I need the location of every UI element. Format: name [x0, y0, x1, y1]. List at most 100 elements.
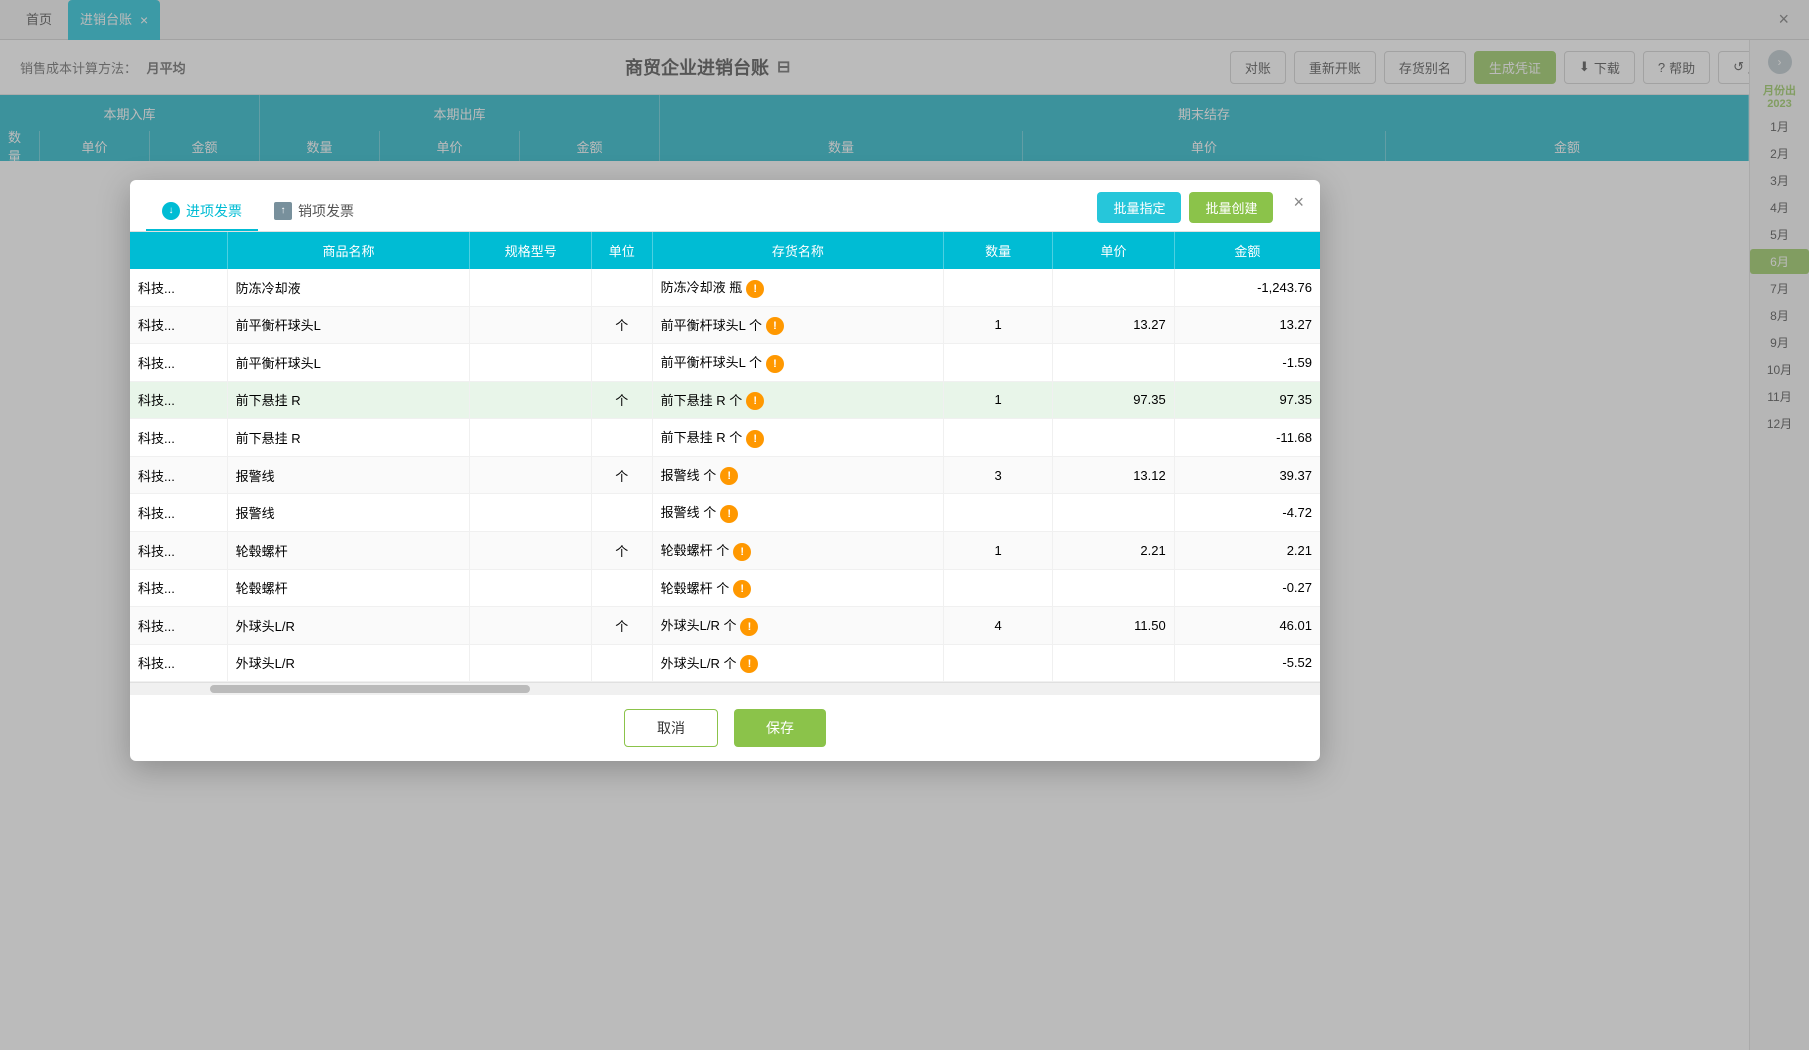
modal-body[interactable]: 商品名称 规格型号 单位 存货名称 数量 单价 金额 科技...防冻冷却液防冻冷…	[130, 232, 1320, 682]
cell-8-2	[470, 569, 591, 607]
cell-4-6	[1053, 419, 1174, 457]
table-row[interactable]: 科技...外球头L/R 个外球头L/R 个!411.5046.01	[130, 607, 1320, 645]
tab-outgoing[interactable]: ↑ 销项发票	[258, 193, 370, 231]
cell-0-0: 科技...	[130, 269, 227, 306]
batch-create-button[interactable]: 批量创建	[1189, 192, 1273, 223]
col-header-spec: 规格型号	[470, 232, 591, 269]
cell-3-4: 前下悬挂 R 个!	[652, 381, 943, 419]
cell-7-3: 个	[591, 531, 652, 569]
table-row[interactable]: 科技...轮毂螺杆轮毂螺杆 个!-0.27	[130, 569, 1320, 607]
save-button[interactable]: 保存	[734, 709, 826, 747]
cell-10-3	[591, 644, 652, 682]
warning-icon: !	[746, 430, 764, 448]
horizontal-scrollbar[interactable]	[130, 682, 1320, 694]
cell-5-4: 报警线 个!	[652, 456, 943, 494]
cancel-button[interactable]: 取消	[624, 709, 718, 747]
table-header: 商品名称 规格型号 单位 存货名称 数量 单价 金额	[130, 232, 1320, 269]
table-row[interactable]: 科技...前平衡杆球头L个前平衡杆球头L 个!113.2713.27	[130, 306, 1320, 344]
table-row[interactable]: 科技...前下悬挂 R个前下悬挂 R 个!197.3597.35	[130, 381, 1320, 419]
warning-icon: !	[720, 467, 738, 485]
cell-2-3	[591, 344, 652, 382]
outgoing-tab-label: 销项发票	[298, 201, 354, 221]
cell-6-7: -4.72	[1174, 494, 1320, 532]
incoming-tab-icon: ↓	[162, 202, 180, 220]
scrollbar-thumb[interactable]	[210, 685, 530, 693]
cell-2-6	[1053, 344, 1174, 382]
cell-2-2	[470, 344, 591, 382]
modal-header: ↓ 进项发票 ↑ 销项发票 批量指定 批量创建 ×	[130, 180, 1320, 232]
cell-9-1: 外球头L/R	[227, 607, 470, 645]
cell-1-6: 13.27	[1053, 306, 1174, 344]
cell-9-3: 个	[591, 607, 652, 645]
cell-10-6	[1053, 644, 1174, 682]
cell-5-7: 39.37	[1174, 456, 1320, 494]
cell-9-4: 外球头L/R 个!	[652, 607, 943, 645]
cell-9-5: 4	[944, 607, 1053, 645]
cell-8-4: 轮毂螺杆 个!	[652, 569, 943, 607]
table-row[interactable]: 科技...防冻冷却液防冻冷却液 瓶!-1,243.76	[130, 269, 1320, 306]
cell-4-4: 前下悬挂 R 个!	[652, 419, 943, 457]
tab-incoming[interactable]: ↓ 进项发票	[146, 193, 258, 231]
modal-footer: 取消 保存	[130, 694, 1320, 761]
cell-8-6	[1053, 569, 1174, 607]
col-header-price: 单价	[1053, 232, 1174, 269]
warning-icon: !	[720, 505, 738, 523]
cell-4-0: 科技...	[130, 419, 227, 457]
incoming-tab-label: 进项发票	[186, 201, 242, 221]
table-row[interactable]: 科技...报警线个报警线 个!313.1239.37	[130, 456, 1320, 494]
cell-6-6	[1053, 494, 1174, 532]
cell-2-4: 前平衡杆球头L 个!	[652, 344, 943, 382]
cell-4-5	[944, 419, 1053, 457]
col-header-stock-name: 存货名称	[652, 232, 943, 269]
table-row[interactable]: 科技...轮毂螺杆个轮毂螺杆 个!12.212.21	[130, 531, 1320, 569]
cell-9-6: 11.50	[1053, 607, 1174, 645]
cell-0-1: 防冻冷却液	[227, 269, 470, 306]
cell-4-3	[591, 419, 652, 457]
cell-2-1: 前平衡杆球头L	[227, 344, 470, 382]
cell-1-7: 13.27	[1174, 306, 1320, 344]
cell-0-5	[944, 269, 1053, 306]
cell-7-1: 轮毂螺杆	[227, 531, 470, 569]
cell-3-2	[470, 381, 591, 419]
table-body: 科技...防冻冷却液防冻冷却液 瓶!-1,243.76科技...前平衡杆球头L个…	[130, 269, 1320, 682]
table-row[interactable]: 科技...前下悬挂 R 前下悬挂 R 个! -11.68	[130, 419, 1320, 457]
warning-icon: !	[746, 392, 764, 410]
col-header-product-name: 商品名称	[227, 232, 470, 269]
cell-7-0: 科技...	[130, 531, 227, 569]
cell-8-7: -0.27	[1174, 569, 1320, 607]
cell-0-6	[1053, 269, 1174, 306]
cell-6-4: 报警线 个!	[652, 494, 943, 532]
cell-4-2	[470, 419, 591, 457]
cell-8-0: 科技...	[130, 569, 227, 607]
cell-5-2	[470, 456, 591, 494]
cell-7-5: 1	[944, 531, 1053, 569]
cell-0-3	[591, 269, 652, 306]
cell-6-3	[591, 494, 652, 532]
modal-close-icon[interactable]: ×	[1293, 192, 1304, 223]
batch-assign-button[interactable]: 批量指定	[1097, 192, 1181, 223]
table-row[interactable]: 科技...报警线报警线 个!-4.72	[130, 494, 1320, 532]
table-row[interactable]: 科技...外球头L/R外球头L/R 个!-5.52	[130, 644, 1320, 682]
cell-3-3: 个	[591, 381, 652, 419]
cell-5-6: 13.12	[1053, 456, 1174, 494]
col-header-amount: 金额	[1174, 232, 1320, 269]
cell-10-2	[470, 644, 591, 682]
cell-0-7: -1,243.76	[1174, 269, 1320, 306]
cell-4-7: -11.68	[1174, 419, 1320, 457]
cell-7-2	[470, 531, 591, 569]
cell-9-7: 46.01	[1174, 607, 1320, 645]
cell-3-0: 科技...	[130, 381, 227, 419]
cell-8-3	[591, 569, 652, 607]
cell-5-5: 3	[944, 456, 1053, 494]
modal-header-actions: 批量指定 批量创建 ×	[1097, 192, 1304, 231]
cell-4-1: 前下悬挂 R	[227, 419, 470, 457]
col-header-qty: 数量	[944, 232, 1053, 269]
warning-icon: !	[733, 580, 751, 598]
cell-9-0: 科技...	[130, 607, 227, 645]
cell-3-7: 97.35	[1174, 381, 1320, 419]
warning-icon: !	[740, 618, 758, 636]
table-row[interactable]: 科技...前平衡杆球头L前平衡杆球头L 个!-1.59	[130, 344, 1320, 382]
cell-0-2	[470, 269, 591, 306]
cell-2-5	[944, 344, 1053, 382]
modal-dialog: ↓ 进项发票 ↑ 销项发票 批量指定 批量创建 × 商品名称 规格型号 单位 存…	[130, 180, 1320, 761]
